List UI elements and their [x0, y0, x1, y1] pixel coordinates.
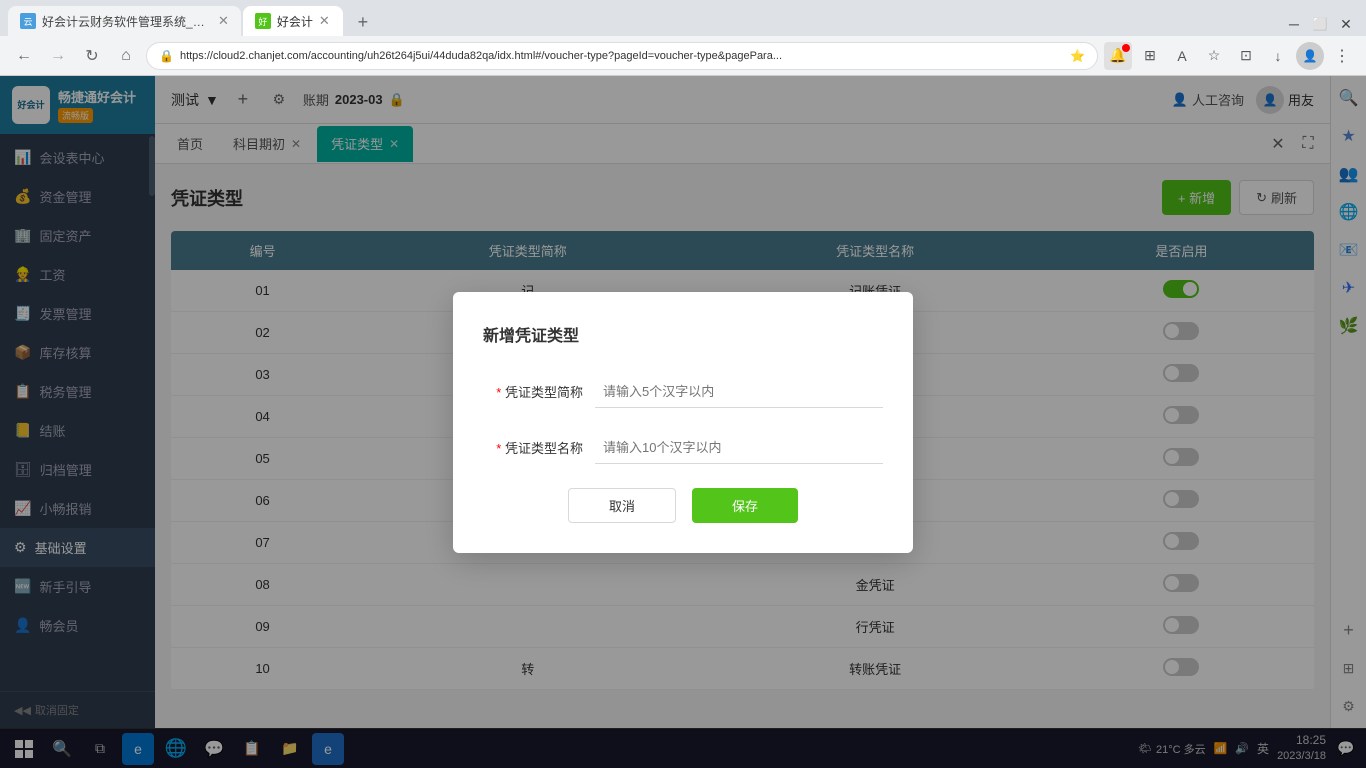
url-bar[interactable]: 🔒 https://cloud2.chanjet.com/accounting/…	[146, 42, 1098, 70]
restore-btn[interactable]: ⬜	[1308, 12, 1332, 36]
full-name-input[interactable]	[595, 432, 883, 464]
form-row-short: * 凭证类型简称	[483, 376, 883, 408]
browser-tab-2[interactable]: 好 好会计 ✕	[243, 6, 343, 36]
modal-title: 新增凭证类型	[483, 322, 883, 346]
menu-btn[interactable]: ⋮	[1328, 42, 1356, 70]
cancel-button[interactable]: 取消	[568, 488, 676, 523]
extensions-area: 🔔 ⊞ A ☆ ⊡ ↓ 👤 ⋮	[1104, 42, 1356, 70]
back-btn[interactable]: ←	[10, 42, 38, 70]
home-btn[interactable]: ⌂	[112, 42, 140, 70]
browser-window: 云 好会计云财务软件管理系统_会计 ✕ 好 好会计 ✕ + ─ ⬜ ✕ ← → …	[0, 0, 1366, 76]
ext-btn-4[interactable]: ☆	[1200, 42, 1228, 70]
browser-tab-1[interactable]: 云 好会计云财务软件管理系统_会计 ✕	[8, 6, 241, 36]
full-name-label: * 凭证类型名称	[483, 438, 583, 457]
ext-btn-1[interactable]: 🔔	[1104, 42, 1132, 70]
modal: 新增凭证类型 * 凭证类型简称 * 凭证类型名称 取消 保存	[453, 292, 913, 553]
form-row-fullname: * 凭证类型名称	[483, 432, 883, 464]
ext-btn-2[interactable]: ⊞	[1136, 42, 1164, 70]
tab-bar: 云 好会计云财务软件管理系统_会计 ✕ 好 好会计 ✕ + ─ ⬜ ✕	[0, 0, 1366, 36]
modal-footer: 取消 保存	[483, 488, 883, 523]
ext-btn-3[interactable]: A	[1168, 42, 1196, 70]
url-text: https://cloud2.chanjet.com/accounting/uh…	[180, 50, 1064, 62]
close-window-btn[interactable]: ✕	[1334, 12, 1358, 36]
tab1-title: 好会计云财务软件管理系统_会计	[42, 13, 212, 30]
save-button[interactable]: 保存	[692, 488, 798, 523]
ext-btn-6[interactable]: ↓	[1264, 42, 1292, 70]
minimize-btn[interactable]: ─	[1282, 12, 1306, 36]
forward-btn[interactable]: →	[44, 42, 72, 70]
tab1-favicon: 云	[20, 13, 36, 29]
new-tab-btn[interactable]: +	[349, 8, 377, 36]
tab2-close[interactable]: ✕	[319, 13, 330, 29]
profile-btn[interactable]: 👤	[1296, 42, 1324, 70]
tab2-favicon: 好	[255, 13, 271, 29]
reload-btn[interactable]: ↻	[78, 42, 106, 70]
ext-btn-5[interactable]: ⊡	[1232, 42, 1260, 70]
short-name-label: * 凭证类型简称	[483, 382, 583, 401]
tab1-close[interactable]: ✕	[218, 13, 229, 29]
modal-overlay: 新增凭证类型 * 凭证类型简称 * 凭证类型名称 取消 保存	[0, 76, 1366, 768]
short-name-input[interactable]	[595, 376, 883, 408]
address-bar: ← → ↻ ⌂ 🔒 https://cloud2.chanjet.com/acc…	[0, 36, 1366, 76]
tab2-title: 好会计	[277, 13, 313, 30]
